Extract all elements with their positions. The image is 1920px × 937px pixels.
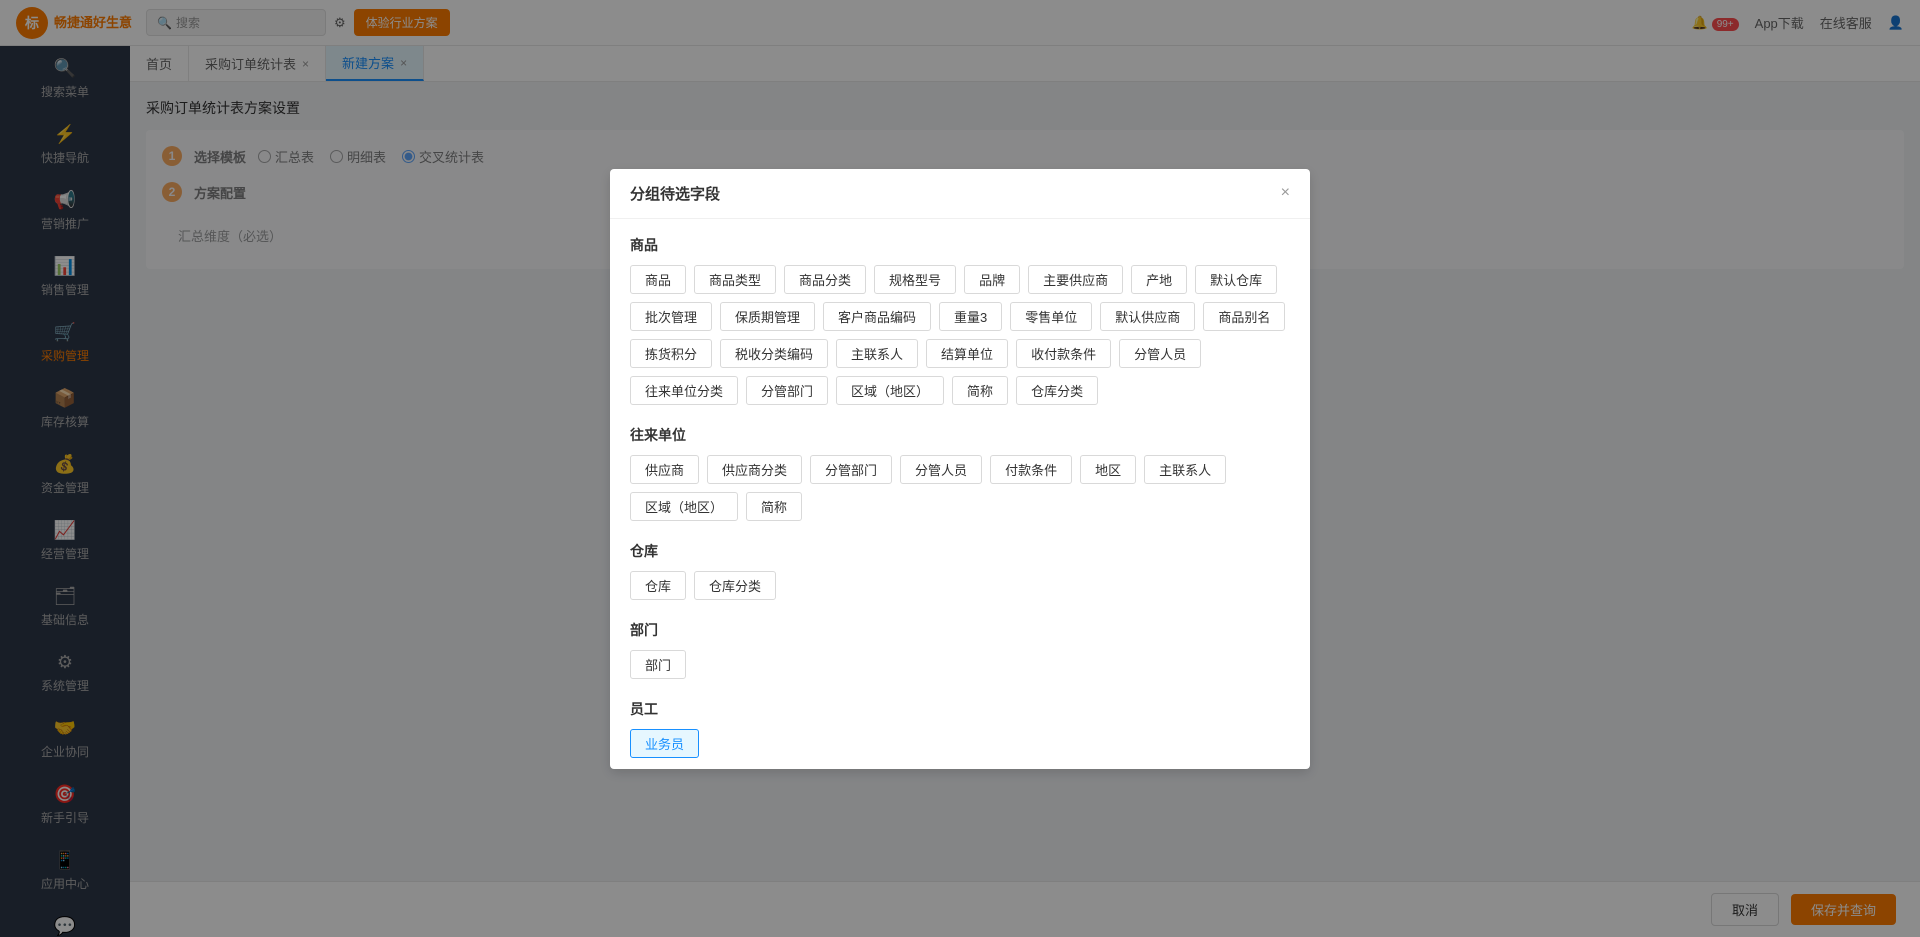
field-tag-product-13[interactable]: 默认供应商 bbox=[1100, 302, 1195, 331]
section-employee-title: 员工 bbox=[630, 699, 1290, 719]
field-tag-warehouse-1[interactable]: 仓库分类 bbox=[694, 571, 776, 600]
field-tag-product-5[interactable]: 主要供应商 bbox=[1028, 265, 1123, 294]
field-tag-product-22[interactable]: 分管部门 bbox=[746, 376, 828, 405]
dialog-header: 分组待选字段 × bbox=[610, 169, 1310, 219]
field-tag-department-0[interactable]: 部门 bbox=[630, 650, 686, 679]
field-tag-product-16[interactable]: 税收分类编码 bbox=[720, 339, 828, 368]
field-tag-product-8[interactable]: 批次管理 bbox=[630, 302, 712, 331]
section-product-title: 商品 bbox=[630, 235, 1290, 255]
field-tag-product-1[interactable]: 商品类型 bbox=[694, 265, 776, 294]
field-tag-partner-6[interactable]: 主联系人 bbox=[1144, 455, 1226, 484]
field-tag-product-10[interactable]: 客户商品编码 bbox=[823, 302, 931, 331]
section-partner-title: 往来单位 bbox=[630, 425, 1290, 445]
field-tag-partner-0[interactable]: 供应商 bbox=[630, 455, 699, 484]
department-field-tags: 部门 bbox=[630, 650, 1290, 679]
field-tag-product-24[interactable]: 简称 bbox=[952, 376, 1008, 405]
product-field-tags: 商品 商品类型 商品分类 规格型号 品牌 主要供应商 产地 默认仓库 批次管理 … bbox=[630, 265, 1290, 405]
field-tag-partner-4[interactable]: 付款条件 bbox=[990, 455, 1072, 484]
section-warehouse: 仓库 仓库 仓库分类 bbox=[630, 541, 1290, 600]
field-tag-product-25[interactable]: 仓库分类 bbox=[1016, 376, 1098, 405]
field-tag-product-2[interactable]: 商品分类 bbox=[784, 265, 866, 294]
field-tag-product-20[interactable]: 分管人员 bbox=[1119, 339, 1201, 368]
section-product: 商品 商品 商品类型 商品分类 规格型号 品牌 主要供应商 产地 默认仓库 批次… bbox=[630, 235, 1290, 405]
field-tag-product-11[interactable]: 重量3 bbox=[939, 302, 1002, 331]
field-tag-product-3[interactable]: 规格型号 bbox=[874, 265, 956, 294]
field-tag-partner-2[interactable]: 分管部门 bbox=[810, 455, 892, 484]
dialog-body: 商品 商品 商品类型 商品分类 规格型号 品牌 主要供应商 产地 默认仓库 批次… bbox=[610, 219, 1310, 769]
field-tag-partner-7[interactable]: 区域（地区） bbox=[630, 492, 738, 521]
field-tag-product-23[interactable]: 区域（地区） bbox=[836, 376, 944, 405]
section-department-title: 部门 bbox=[630, 620, 1290, 640]
field-tag-partner-1[interactable]: 供应商分类 bbox=[707, 455, 802, 484]
field-tag-partner-5[interactable]: 地区 bbox=[1080, 455, 1136, 484]
section-department: 部门 部门 bbox=[630, 620, 1290, 679]
field-tag-product-6[interactable]: 产地 bbox=[1131, 265, 1187, 294]
warehouse-field-tags: 仓库 仓库分类 bbox=[630, 571, 1290, 600]
field-tag-product-14[interactable]: 商品别名 bbox=[1203, 302, 1285, 331]
field-tag-product-12[interactable]: 零售单位 bbox=[1010, 302, 1092, 331]
partner-field-tags: 供应商 供应商分类 分管部门 分管人员 付款条件 地区 主联系人 区域（地区） … bbox=[630, 455, 1290, 521]
field-tag-warehouse-0[interactable]: 仓库 bbox=[630, 571, 686, 600]
field-tag-product-17[interactable]: 主联系人 bbox=[836, 339, 918, 368]
field-tag-product-9[interactable]: 保质期管理 bbox=[720, 302, 815, 331]
field-tag-product-19[interactable]: 收付款条件 bbox=[1016, 339, 1111, 368]
section-warehouse-title: 仓库 bbox=[630, 541, 1290, 561]
field-tag-product-4[interactable]: 品牌 bbox=[964, 265, 1020, 294]
field-tag-product-0[interactable]: 商品 bbox=[630, 265, 686, 294]
field-tag-product-7[interactable]: 默认仓库 bbox=[1195, 265, 1277, 294]
field-tag-product-18[interactable]: 结算单位 bbox=[926, 339, 1008, 368]
section-partner: 往来单位 供应商 供应商分类 分管部门 分管人员 付款条件 地区 主联系人 区域… bbox=[630, 425, 1290, 521]
field-tag-employee-0[interactable]: 业务员 bbox=[630, 729, 699, 758]
dialog-title: 分组待选字段 bbox=[630, 183, 720, 204]
field-tag-partner-3[interactable]: 分管人员 bbox=[900, 455, 982, 484]
dialog-overlay: 分组待选字段 × 商品 商品 商品类型 商品分类 规格型号 品牌 主要供应商 产… bbox=[0, 0, 1920, 937]
employee-field-tags: 业务员 bbox=[630, 729, 1290, 758]
dialog-close-button[interactable]: × bbox=[1281, 184, 1290, 202]
field-tag-product-15[interactable]: 拣货积分 bbox=[630, 339, 712, 368]
section-employee: 员工 业务员 bbox=[630, 699, 1290, 758]
field-tag-partner-8[interactable]: 简称 bbox=[746, 492, 802, 521]
field-select-dialog: 分组待选字段 × 商品 商品 商品类型 商品分类 规格型号 品牌 主要供应商 产… bbox=[610, 169, 1310, 769]
field-tag-product-21[interactable]: 往来单位分类 bbox=[630, 376, 738, 405]
